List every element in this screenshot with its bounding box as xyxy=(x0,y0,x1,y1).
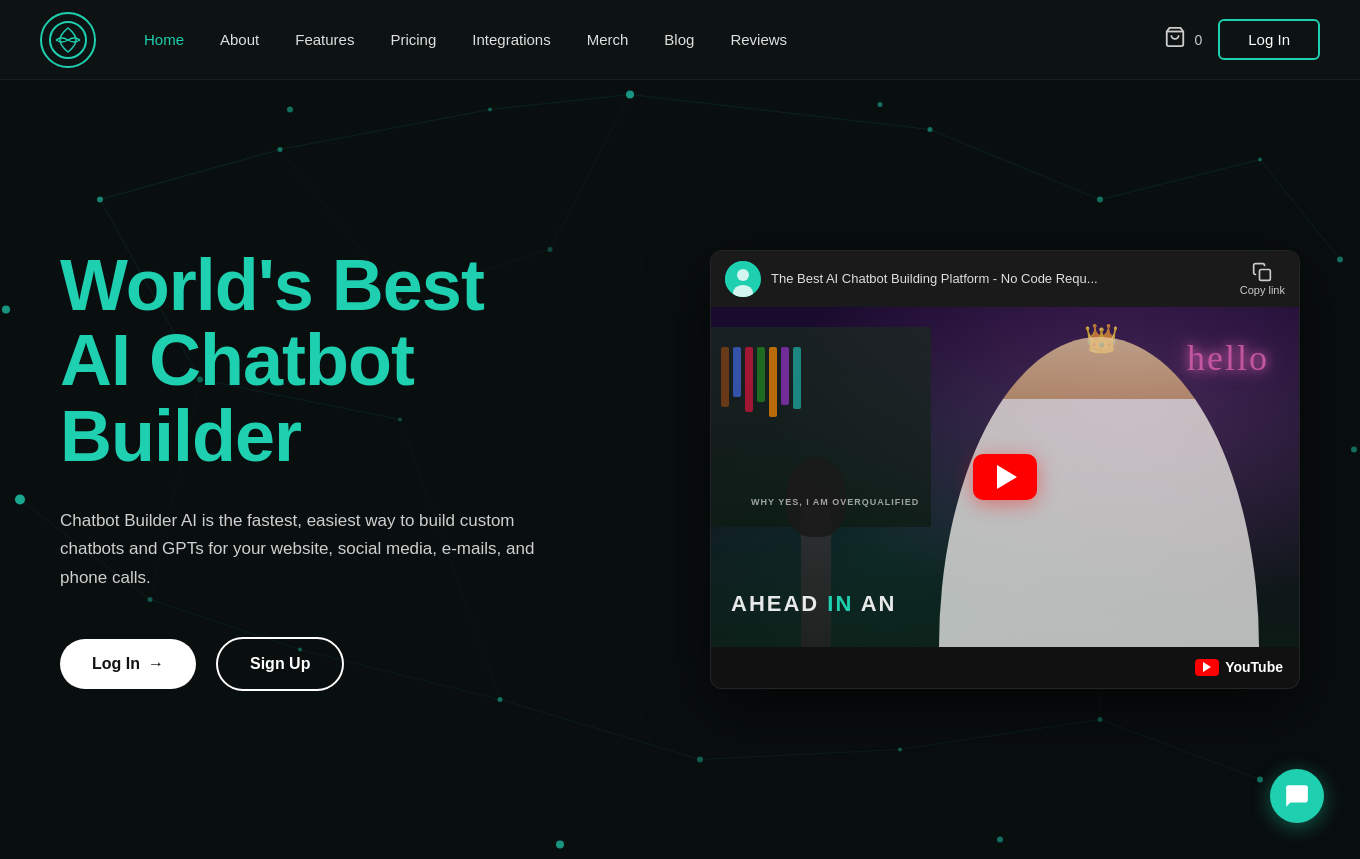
hero-login-button[interactable]: Log In → xyxy=(60,639,196,689)
svg-line-10 xyxy=(630,95,930,130)
cart-icon xyxy=(1164,26,1186,53)
nav-home[interactable]: Home xyxy=(144,31,184,48)
video-topbar: The Best AI Chatbot Building Platform - … xyxy=(711,251,1299,307)
youtube-logo: YouTube xyxy=(1195,659,1283,676)
video-card: The Best AI Chatbot Building Platform - … xyxy=(710,250,1300,689)
nav-about[interactable]: About xyxy=(220,31,259,48)
svg-point-51 xyxy=(737,269,749,281)
svg-line-19 xyxy=(900,720,1100,750)
nav-merch[interactable]: Merch xyxy=(587,31,629,48)
svg-point-48 xyxy=(287,107,293,113)
svg-point-47 xyxy=(997,837,1003,843)
svg-point-30 xyxy=(1258,158,1262,162)
svg-point-41 xyxy=(898,748,902,752)
navbar: Home About Features Pricing Integrations… xyxy=(0,0,1360,80)
hero-signup-button[interactable]: Sign Up xyxy=(216,637,344,691)
svg-point-24 xyxy=(97,197,103,203)
nav-pricing[interactable]: Pricing xyxy=(390,31,436,48)
youtube-icon xyxy=(1195,659,1219,676)
copy-link-label: Copy link xyxy=(1240,284,1285,296)
youtube-label: YouTube xyxy=(1225,659,1283,675)
svg-point-42 xyxy=(1098,717,1103,722)
svg-line-20 xyxy=(1100,720,1260,780)
svg-line-4 xyxy=(490,95,630,110)
svg-line-11 xyxy=(930,130,1100,200)
copy-link-button[interactable]: Copy link xyxy=(1240,262,1285,296)
arrow-icon: → xyxy=(148,655,164,673)
svg-point-25 xyxy=(278,147,283,152)
nav-features[interactable]: Features xyxy=(295,31,354,48)
nav-blog[interactable]: Blog xyxy=(664,31,694,48)
svg-point-39 xyxy=(498,697,503,702)
hero-right: The Best AI Chatbot Building Platform - … xyxy=(650,250,1300,689)
svg-line-13 xyxy=(1260,160,1340,260)
hero-buttons: Log In → Sign Up xyxy=(60,637,610,691)
nav-reviews[interactable]: Reviews xyxy=(730,31,787,48)
cart-button[interactable]: 0 xyxy=(1164,26,1202,53)
svg-point-28 xyxy=(928,127,933,132)
svg-point-29 xyxy=(1097,197,1103,203)
hero-section: World's Best AI Chatbot Builder Chatbot … xyxy=(0,0,1360,859)
svg-point-43 xyxy=(1257,777,1263,783)
video-overlay-text: AHEAD IN AN xyxy=(731,591,896,617)
svg-line-2 xyxy=(100,150,280,200)
svg-point-26 xyxy=(488,108,492,112)
svg-line-12 xyxy=(1100,160,1260,200)
hero-description: Chatbot Builder AI is the fastest, easie… xyxy=(60,507,560,594)
svg-point-49 xyxy=(878,102,883,107)
svg-line-17 xyxy=(500,700,700,760)
nav-login-button[interactable]: Log In xyxy=(1218,19,1320,60)
nav-integrations[interactable]: Integrations xyxy=(472,31,550,48)
channel-avatar xyxy=(725,261,761,297)
cart-count: 0 xyxy=(1194,32,1202,48)
nav-links: Home About Features Pricing Integrations… xyxy=(144,31,787,49)
hero-left: World's Best AI Chatbot Builder Chatbot … xyxy=(60,248,610,691)
video-title: The Best AI Chatbot Building Platform - … xyxy=(771,271,1098,286)
svg-point-46 xyxy=(556,841,564,849)
video-thumbnail[interactable]: hello 👑 xyxy=(711,307,1299,647)
svg-line-18 xyxy=(700,750,900,760)
video-why-yes-text: WHY YES, I AM OVERQUALIFIED xyxy=(751,497,919,507)
svg-point-40 xyxy=(697,757,703,763)
chat-button[interactable] xyxy=(1270,769,1324,823)
play-button[interactable] xyxy=(973,454,1037,500)
svg-line-3 xyxy=(280,110,490,150)
svg-rect-53 xyxy=(1260,269,1271,280)
svg-line-9 xyxy=(550,95,630,250)
hero-title: World's Best AI Chatbot Builder xyxy=(60,248,610,475)
svg-point-27 xyxy=(626,91,634,99)
video-bottom: YouTube xyxy=(711,647,1299,688)
logo[interactable] xyxy=(40,12,96,68)
